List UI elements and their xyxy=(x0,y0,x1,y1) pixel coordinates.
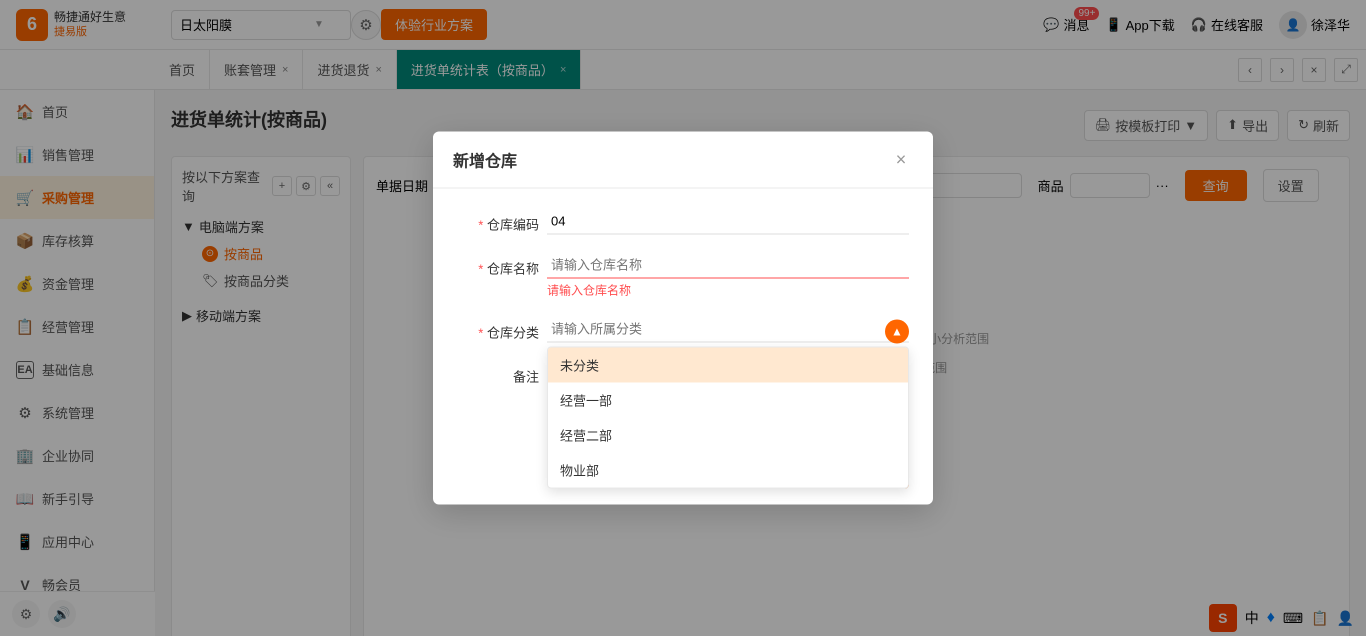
dropdown-item-dept2[interactable]: 经营二部 xyxy=(548,418,908,453)
warehouse-code-field xyxy=(547,209,909,235)
dropdown-item-uncategorized[interactable]: 未分类 xyxy=(548,348,908,383)
modal-header: 新增仓库 × xyxy=(433,132,933,189)
dropdown-item-dept1[interactable]: 经营一部 xyxy=(548,383,908,418)
category-dropdown-list: 未分类 经营一部 经营二部 物业部 xyxy=(547,347,909,489)
modal-title: 新增仓库 xyxy=(453,148,517,172)
new-warehouse-modal: 新增仓库 × * 仓库编码 * 仓库名称 请输入仓库名称 xyxy=(433,132,933,505)
dropdown-item-property[interactable]: 物业部 xyxy=(548,453,908,488)
category-field: ▲ 未分类 经营一部 经营二部 物业部 xyxy=(547,317,909,343)
remark-label: 备注 xyxy=(457,361,547,386)
modal-body: * 仓库编码 * 仓库名称 请输入仓库名称 * 仓库分类 xyxy=(433,189,933,443)
form-row-warehouse-code: * 仓库编码 xyxy=(457,209,909,235)
category-label: * 仓库分类 xyxy=(457,317,547,342)
warehouse-name-field: 请输入仓库名称 xyxy=(547,253,909,299)
warehouse-name-label: * 仓库名称 xyxy=(457,253,547,278)
form-row-warehouse-name: * 仓库名称 请输入仓库名称 xyxy=(457,253,909,299)
warehouse-name-error-msg: 请输入仓库名称 xyxy=(547,282,909,299)
modal-close-btn[interactable]: × xyxy=(889,148,913,172)
warehouse-code-input[interactable] xyxy=(547,209,909,235)
form-row-category: * 仓库分类 ▲ 未分类 经营一部 经营二部 物业部 xyxy=(457,317,909,343)
warehouse-code-label: * 仓库编码 xyxy=(457,209,547,234)
category-input[interactable] xyxy=(547,317,909,343)
warehouse-name-input[interactable] xyxy=(547,253,909,279)
category-dropdown-toggle[interactable]: ▲ xyxy=(885,320,909,344)
